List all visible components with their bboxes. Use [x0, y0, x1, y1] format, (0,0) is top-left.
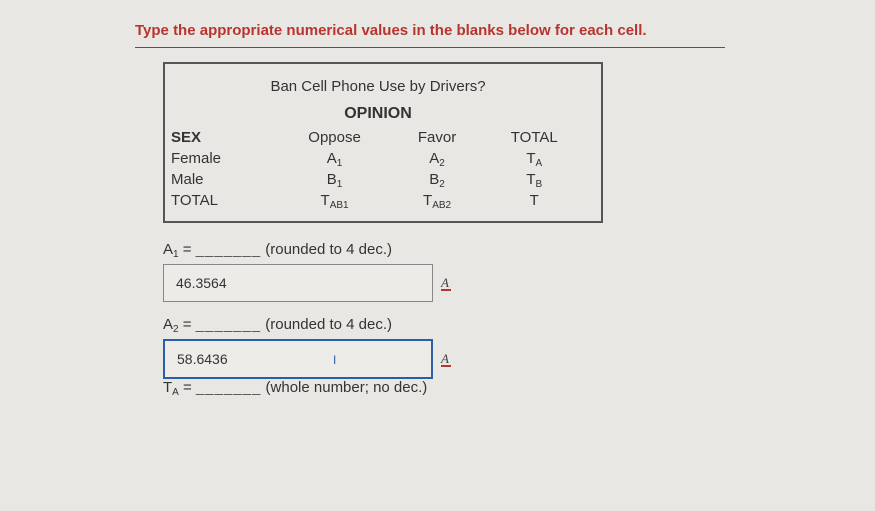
cell-b2: B2	[393, 169, 482, 190]
cell-tab2: TAB2	[393, 190, 482, 211]
answer-a2-input[interactable]	[163, 339, 433, 379]
cell-ta: TA	[482, 148, 587, 169]
question-a2: A2 = _______ (rounded to 4 dec.)	[163, 316, 835, 333]
spellcheck-icon[interactable]: A	[441, 275, 451, 291]
col-favor: Favor	[393, 127, 482, 148]
label-male: Male	[169, 169, 276, 190]
cell-tab1: TAB1	[276, 190, 392, 211]
cell-a1: A1	[276, 148, 392, 169]
spellcheck-icon[interactable]: A	[441, 351, 451, 367]
label-total: TOTAL	[169, 190, 276, 211]
header-row: SEX Oppose Favor TOTAL	[169, 127, 587, 148]
input-row-a1: A	[163, 264, 835, 302]
answer-a1-input[interactable]	[163, 264, 433, 302]
input-row-a2: A	[163, 339, 835, 379]
question-ta: TA = _______ (whole number; no dec.)	[163, 379, 835, 396]
col-total: TOTAL	[482, 127, 587, 148]
row-female: Female A1 A2 TA	[169, 148, 587, 169]
table-title: Ban Cell Phone Use by Drivers?	[169, 78, 587, 95]
divider	[135, 47, 725, 48]
cell-tb: TB	[482, 169, 587, 190]
worksheet-page: Type the appropriate numerical values in…	[0, 0, 875, 396]
opinion-header: OPINION	[169, 105, 587, 123]
col-oppose: Oppose	[276, 127, 392, 148]
row-total: TOTAL TAB1 TAB2 T	[169, 190, 587, 211]
sex-header: SEX	[169, 127, 276, 148]
cell-t: T	[482, 190, 587, 211]
question-a1: A1 = _______ (rounded to 4 dec.)	[163, 241, 835, 258]
cell-a2: A2	[393, 148, 482, 169]
instruction-text: Type the appropriate numerical values in…	[135, 22, 835, 39]
contingency-table: Ban Cell Phone Use by Drivers? OPINION S…	[163, 62, 603, 223]
row-male: Male B1 B2 TB	[169, 169, 587, 190]
cell-b1: B1	[276, 169, 392, 190]
data-table: SEX Oppose Favor TOTAL Female A1 A2 TA M…	[169, 127, 587, 211]
label-female: Female	[169, 148, 276, 169]
